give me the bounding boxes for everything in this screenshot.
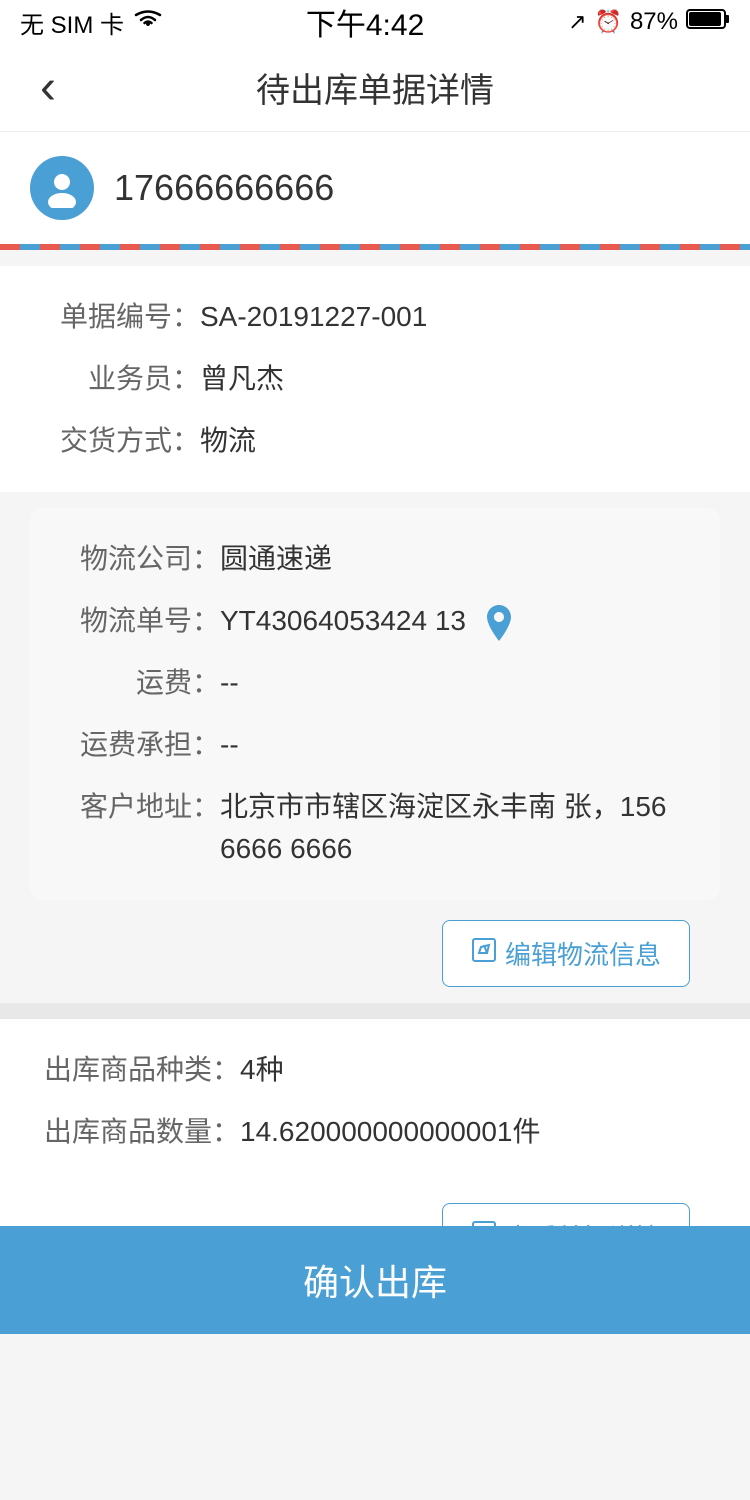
delivery-label: 交货方式： xyxy=(40,420,200,462)
goods-quantity-row: 出库商品数量： 14.620000000000001件 xyxy=(40,1111,710,1153)
edit-logistics-button[interactable]: 编辑物流信息 xyxy=(442,920,690,987)
goods-types-value: 4种 xyxy=(240,1049,710,1091)
logistics-tracking-row: 物流单号： YT43064053424 13 xyxy=(60,600,690,642)
wifi-icon xyxy=(134,8,162,36)
salesman-label: 业务员： xyxy=(40,358,200,400)
document-number-label: 单据编号： xyxy=(40,296,200,338)
address-label: 客户地址： xyxy=(60,786,220,828)
goods-quantity-label: 出库商品数量： xyxy=(40,1111,240,1153)
address-row: 客户地址： 北京市市辖区海淀区永丰南 张，156 6666 6666 xyxy=(60,786,690,870)
status-right: ↗ ⏰ 87% xyxy=(568,8,730,37)
confirm-outbound-button[interactable]: 确认出库 xyxy=(0,1254,750,1306)
logistics-tracking-value: YT43064053424 13 xyxy=(220,600,690,642)
location-status-icon: ↗ xyxy=(568,9,586,35)
carrier-label: 无 SIM 卡 xyxy=(20,5,124,40)
freight-label: 运费： xyxy=(60,662,220,704)
battery-label: 87% xyxy=(630,8,678,36)
goods-types-row: 出库商品种类： 4种 xyxy=(40,1049,710,1091)
document-number-row: 单据编号： SA-20191227-001 xyxy=(40,296,710,338)
salesman-value: 曾凡杰 xyxy=(200,358,710,400)
goods-quantity-value: 14.620000000000001件 xyxy=(240,1111,710,1153)
document-number-value: SA-20191227-001 xyxy=(200,296,710,338)
page-title: 待出库单据详情 xyxy=(256,63,494,112)
customer-avatar xyxy=(30,156,94,220)
logistics-company-row: 物流公司： 圆通速递 xyxy=(60,538,690,580)
goods-section: 出库商品种类： 4种 出库商品数量： 14.620000000000001件 xyxy=(0,1019,750,1183)
logistics-company-label: 物流公司： xyxy=(60,538,220,580)
nav-bar: ‹ 待出库单据详情 xyxy=(0,44,750,132)
freight-row: 运费： -- xyxy=(60,662,690,704)
freight-bear-value: -- xyxy=(220,724,690,766)
customer-phone: 17666666666 xyxy=(114,167,334,209)
status-bar: 无 SIM 卡 下午4:42 ↗ ⏰ 87% xyxy=(0,0,750,44)
status-left: 无 SIM 卡 xyxy=(20,5,162,40)
goods-types-label: 出库商品种类： xyxy=(40,1049,240,1091)
battery-icon xyxy=(686,8,730,37)
salesman-row: 业务员： 曾凡杰 xyxy=(40,358,710,400)
customer-section: 17666666666 xyxy=(0,132,750,244)
freight-bear-row: 运费承担： -- xyxy=(60,724,690,766)
edit-icon xyxy=(471,937,497,970)
edit-logistics-label: 编辑物流信息 xyxy=(505,935,661,972)
document-info-section: 单据编号： SA-20191227-001 业务员： 曾凡杰 交货方式： 物流 xyxy=(0,266,750,492)
address-value: 北京市市辖区海淀区永丰南 张，156 6666 6666 xyxy=(220,786,690,870)
status-time: 下午4:42 xyxy=(306,0,424,44)
freight-bear-label: 运费承担： xyxy=(60,724,220,766)
alarm-icon: ⏰ xyxy=(595,9,622,35)
confirm-button-wrapper: 确认出库 xyxy=(0,1226,750,1334)
logistics-card: 物流公司： 圆通速递 物流单号： YT43064053424 13 运费： --… xyxy=(30,508,720,900)
dashed-separator xyxy=(0,244,750,250)
delivery-value: 物流 xyxy=(200,420,710,462)
freight-value: -- xyxy=(220,662,690,704)
tracking-location-icon[interactable] xyxy=(484,605,514,641)
logistics-company-value: 圆通速递 xyxy=(220,538,690,580)
section-divider xyxy=(0,1003,750,1019)
back-button[interactable]: ‹ xyxy=(30,50,66,125)
logistics-tracking-label: 物流单号： xyxy=(60,600,220,642)
delivery-row: 交货方式： 物流 xyxy=(40,420,710,462)
